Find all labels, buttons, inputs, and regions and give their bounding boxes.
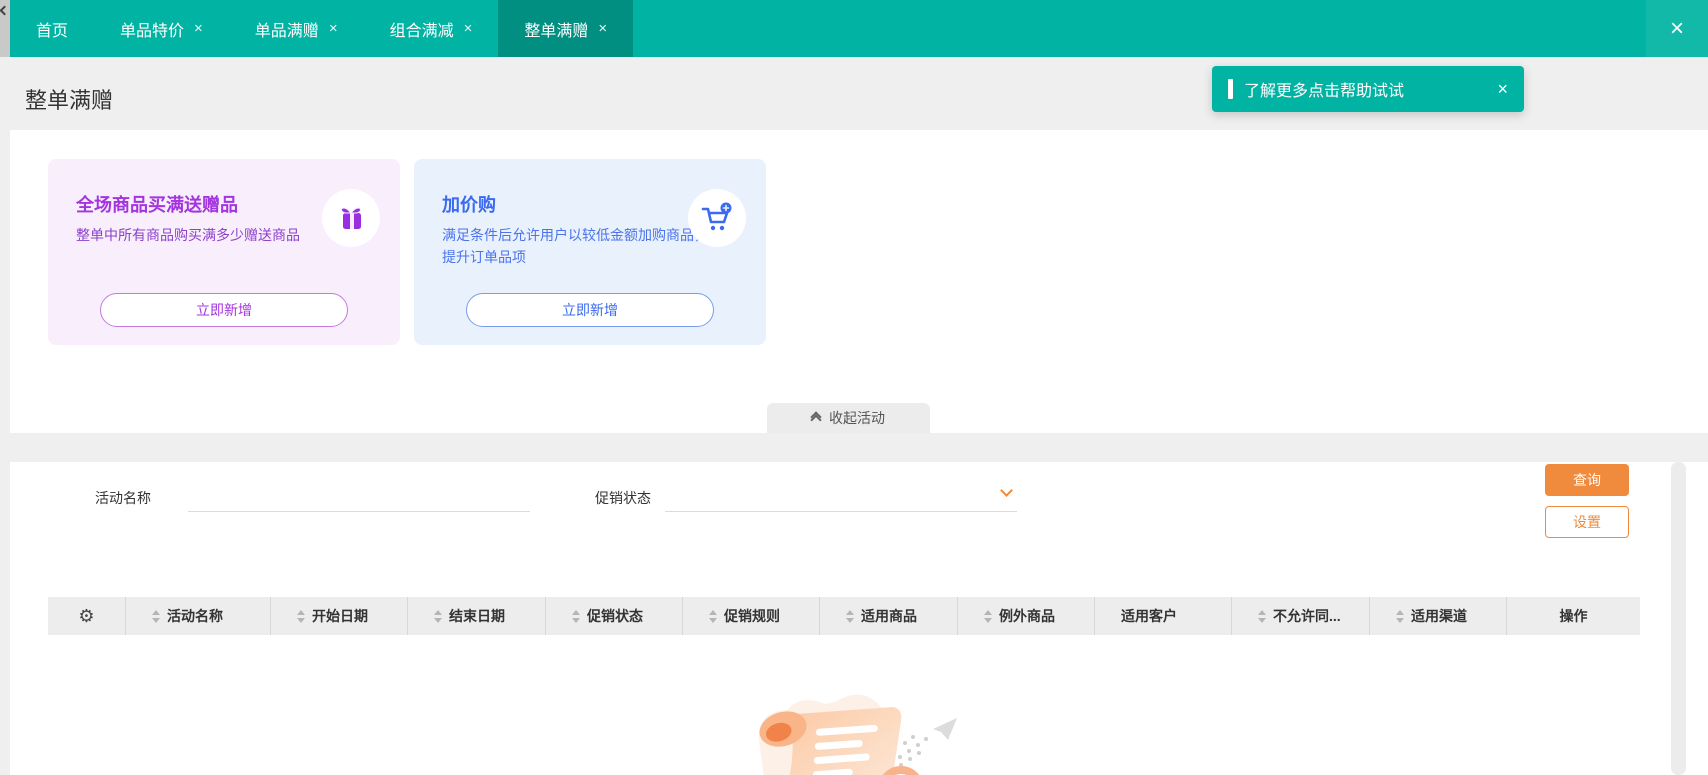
- gear-icon[interactable]: ⚙: [78, 606, 94, 627]
- column-header-applicable-customers[interactable]: 适用客户: [1095, 597, 1232, 635]
- activity-name-label: 活动名称: [95, 490, 151, 506]
- column-settings-gear[interactable]: ⚙: [48, 597, 126, 635]
- tab-whole-order-gift[interactable]: 整单满赠 ×: [498, 0, 634, 57]
- promo-card-description: 满足条件后允许用户以较低金额加购商品，提升订单品项: [442, 227, 708, 265]
- sort-icons: [1258, 609, 1266, 623]
- tab-close-icon[interactable]: ×: [194, 21, 203, 36]
- tab-bar: 首页 单品特价 × 单品满赠 × 组合满减 × 整单满赠 × ×: [10, 0, 1708, 57]
- page-title: 整单满赠: [25, 88, 114, 113]
- vertical-scrollbar[interactable]: [1671, 462, 1686, 775]
- tab-close-icon[interactable]: ×: [464, 21, 473, 36]
- sort-icons: [709, 609, 717, 623]
- column-header-promo-status[interactable]: 促销状态: [546, 597, 683, 635]
- page-header: 整单满赠 视频 ? 帮助 了解更多点击帮助试试 ×: [0, 57, 1708, 159]
- tab-combo-discount[interactable]: 组合满减 ×: [364, 0, 499, 57]
- promo-section: 全场商品买满送赠品 整单中所有商品购买满多少赠送商品 立即新增 加价购 满足条件…: [10, 130, 1708, 433]
- tab-single-item-special-price[interactable]: 单品特价 ×: [94, 0, 229, 57]
- activity-list-section: 活动名称 促销状态 查询 设置 ⚙ 活动名称 开始日期 结束日期 促销状态 促销…: [10, 462, 1708, 775]
- tab-label: 组合满减: [389, 22, 454, 40]
- banner-text: 了解更多点击帮助试试: [1244, 83, 1405, 100]
- sort-icons: [434, 609, 442, 623]
- close-window-icon[interactable]: ×: [1646, 0, 1708, 57]
- promo-card-add-on-purchase: 加价购 满足条件后允许用户以较低金额加购商品，提升订单品项 立即新增: [414, 159, 766, 345]
- activity-name-input[interactable]: [188, 478, 530, 512]
- empty-state-illustration: [758, 694, 957, 775]
- column-header-not-allowed-with[interactable]: 不允许同...: [1232, 597, 1370, 635]
- promo-card-full-order-gift: 全场商品买满送赠品 整单中所有商品购买满多少赠送商品 立即新增: [48, 159, 400, 345]
- column-header-excluded-goods[interactable]: 例外商品: [958, 597, 1095, 635]
- column-header-activity-name[interactable]: 活动名称: [126, 597, 271, 635]
- column-header-applicable-goods[interactable]: 适用商品: [820, 597, 958, 635]
- sort-icons: [1396, 609, 1404, 623]
- tab-home[interactable]: 首页: [10, 0, 94, 57]
- tab-label: 首页: [36, 22, 69, 40]
- collapse-label: 收起活动: [829, 410, 885, 426]
- tab-single-item-gift[interactable]: 单品满赠 ×: [229, 0, 364, 57]
- promo-card-description: 整单中所有商品购买满多少赠送商品: [76, 227, 300, 243]
- collapse-activities-button[interactable]: 收起活动: [767, 403, 930, 433]
- chevron-down-icon: [1000, 484, 1013, 497]
- sort-icons: [846, 609, 854, 623]
- tab-label: 单品特价: [120, 22, 185, 40]
- tab-close-icon[interactable]: ×: [598, 21, 607, 36]
- sort-icons: [152, 609, 160, 623]
- add-now-button[interactable]: 立即新增: [100, 293, 348, 327]
- tab-close-icon[interactable]: ×: [329, 21, 338, 36]
- column-header-actions[interactable]: 操作: [1507, 597, 1640, 635]
- sidebar-collapse-arrow-icon[interactable]: [0, 5, 10, 16]
- sort-icons: [297, 609, 305, 623]
- column-header-end-date[interactable]: 结束日期: [408, 597, 546, 635]
- column-header-applicable-channels[interactable]: 适用渠道: [1370, 597, 1507, 635]
- cart-plus-icon: [688, 189, 746, 247]
- add-now-button[interactable]: 立即新增: [466, 293, 714, 327]
- promo-status-select[interactable]: [665, 478, 1017, 512]
- settings-button[interactable]: 设置: [1545, 506, 1629, 538]
- promo-status-label: 促销状态: [595, 490, 651, 506]
- double-chevron-up-icon: [810, 410, 822, 426]
- app-window: 首页 单品特价 × 单品满赠 × 组合满减 × 整单满赠 × × 整单满赠 视频…: [0, 0, 1708, 775]
- promo-card-title: 全场商品买满送赠品: [76, 195, 238, 215]
- table-header-row: ⚙ 活动名称 开始日期 结束日期 促销状态 促销规则 适用商品 例外商品 适用客…: [48, 597, 1640, 635]
- banner-close-icon[interactable]: ×: [1487, 79, 1508, 100]
- query-button[interactable]: 查询: [1545, 464, 1629, 496]
- sort-icons: [984, 609, 992, 623]
- banner-accent-bar: [1228, 79, 1233, 99]
- help-tooltip-banner: 了解更多点击帮助试试 ×: [1212, 66, 1524, 112]
- tab-label: 单品满赠: [254, 22, 319, 40]
- sort-icons: [572, 609, 580, 623]
- gift-icon: [322, 189, 380, 247]
- column-header-start-date[interactable]: 开始日期: [271, 597, 408, 635]
- column-header-promo-rule[interactable]: 促销规则: [683, 597, 820, 635]
- tabbar-spacer: [633, 0, 1646, 57]
- promo-card-title: 加价购: [442, 195, 496, 215]
- tab-label: 整单满赠: [524, 22, 589, 40]
